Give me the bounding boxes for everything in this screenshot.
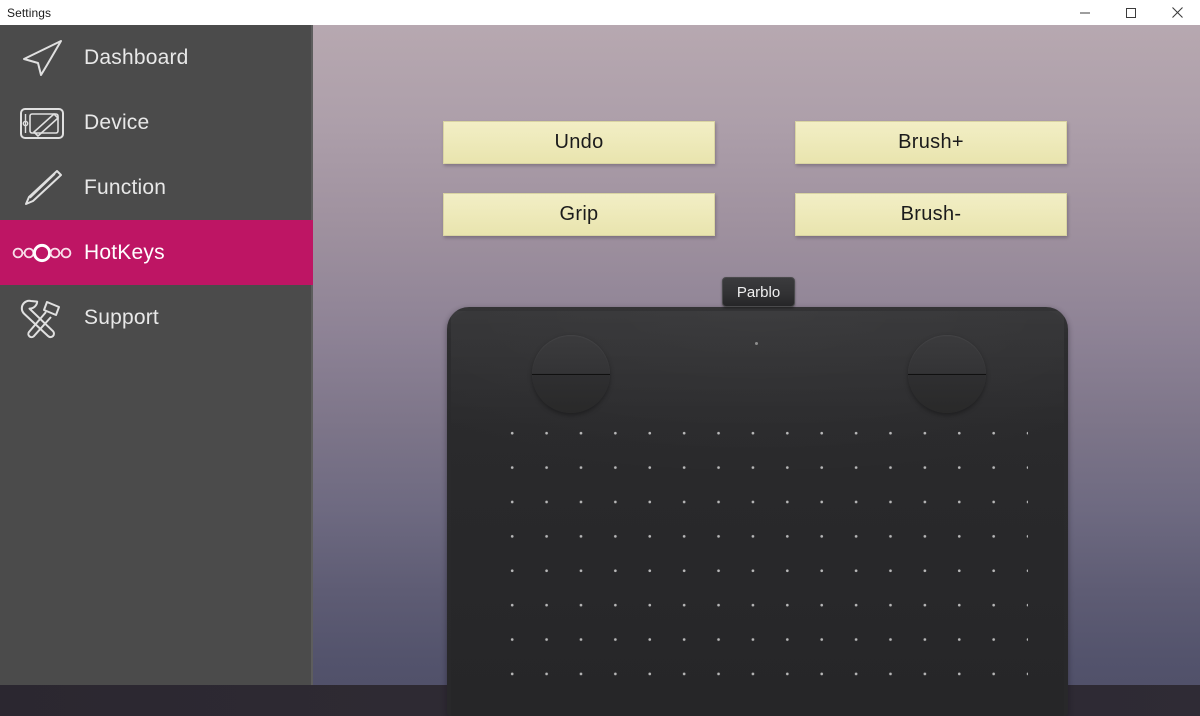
- title-bar: Settings: [0, 0, 1200, 25]
- sidebar-item-label: Support: [84, 305, 159, 329]
- hotkey-button-label: Grip: [559, 203, 599, 225]
- paper-plane-icon: [0, 37, 84, 79]
- sidebar-item-device[interactable]: Device: [0, 90, 313, 155]
- sidebar-item-support[interactable]: Support: [0, 285, 313, 350]
- hotkeys-dots-icon: [0, 242, 84, 264]
- tablet-dot-grid: [492, 411, 1028, 701]
- tablet-indicator-led: [755, 342, 758, 345]
- maximize-button[interactable]: [1108, 0, 1154, 25]
- minimize-icon: [1080, 12, 1090, 13]
- maximize-icon: [1126, 7, 1136, 18]
- stylus-icon: [0, 167, 84, 209]
- settings-window: Settings Undo Grip Brush+ Brush- Parblo …: [0, 0, 1200, 716]
- tablet-dial-right[interactable]: [908, 335, 986, 413]
- minimize-button[interactable]: [1062, 0, 1108, 25]
- hotkey-button-label: Undo: [554, 131, 604, 153]
- sidebar-item-hotkeys[interactable]: HotKeys: [0, 220, 313, 285]
- close-icon: [1171, 7, 1183, 18]
- hotkey-button-brush-plus[interactable]: Brush+: [795, 121, 1067, 164]
- sidebar-item-label: Dashboard: [84, 45, 189, 69]
- drawing-tablet-graphic: [447, 307, 1068, 716]
- hotkey-button-label: Brush-: [900, 203, 962, 225]
- hotkey-button-label: Brush+: [898, 131, 964, 153]
- hotkey-button-grip[interactable]: Grip: [443, 193, 715, 236]
- close-button[interactable]: [1154, 0, 1200, 25]
- brand-tag: Parblo: [722, 277, 795, 307]
- tablet-pen-icon: [0, 103, 84, 143]
- window-controls: [1062, 0, 1200, 25]
- hotkey-button-undo[interactable]: Undo: [443, 121, 715, 164]
- brand-tag-label: Parblo: [736, 283, 781, 301]
- hotkey-button-brush-minus[interactable]: Brush-: [795, 193, 1067, 236]
- sidebar-item-label: Function: [84, 175, 167, 199]
- sidebar-item-dashboard[interactable]: Dashboard: [0, 25, 313, 90]
- sidebar-item-label: HotKeys: [84, 240, 165, 264]
- wrench-hammer-icon: [0, 296, 84, 340]
- sidebar: Dashboard Device Function HotKeys Suppor…: [0, 25, 313, 685]
- sidebar-item-label: Device: [84, 110, 150, 134]
- sidebar-item-function[interactable]: Function: [0, 155, 313, 220]
- tablet-dial-left[interactable]: [532, 335, 610, 413]
- tablet-surface: [451, 311, 1064, 716]
- window-title: Settings: [7, 5, 52, 20]
